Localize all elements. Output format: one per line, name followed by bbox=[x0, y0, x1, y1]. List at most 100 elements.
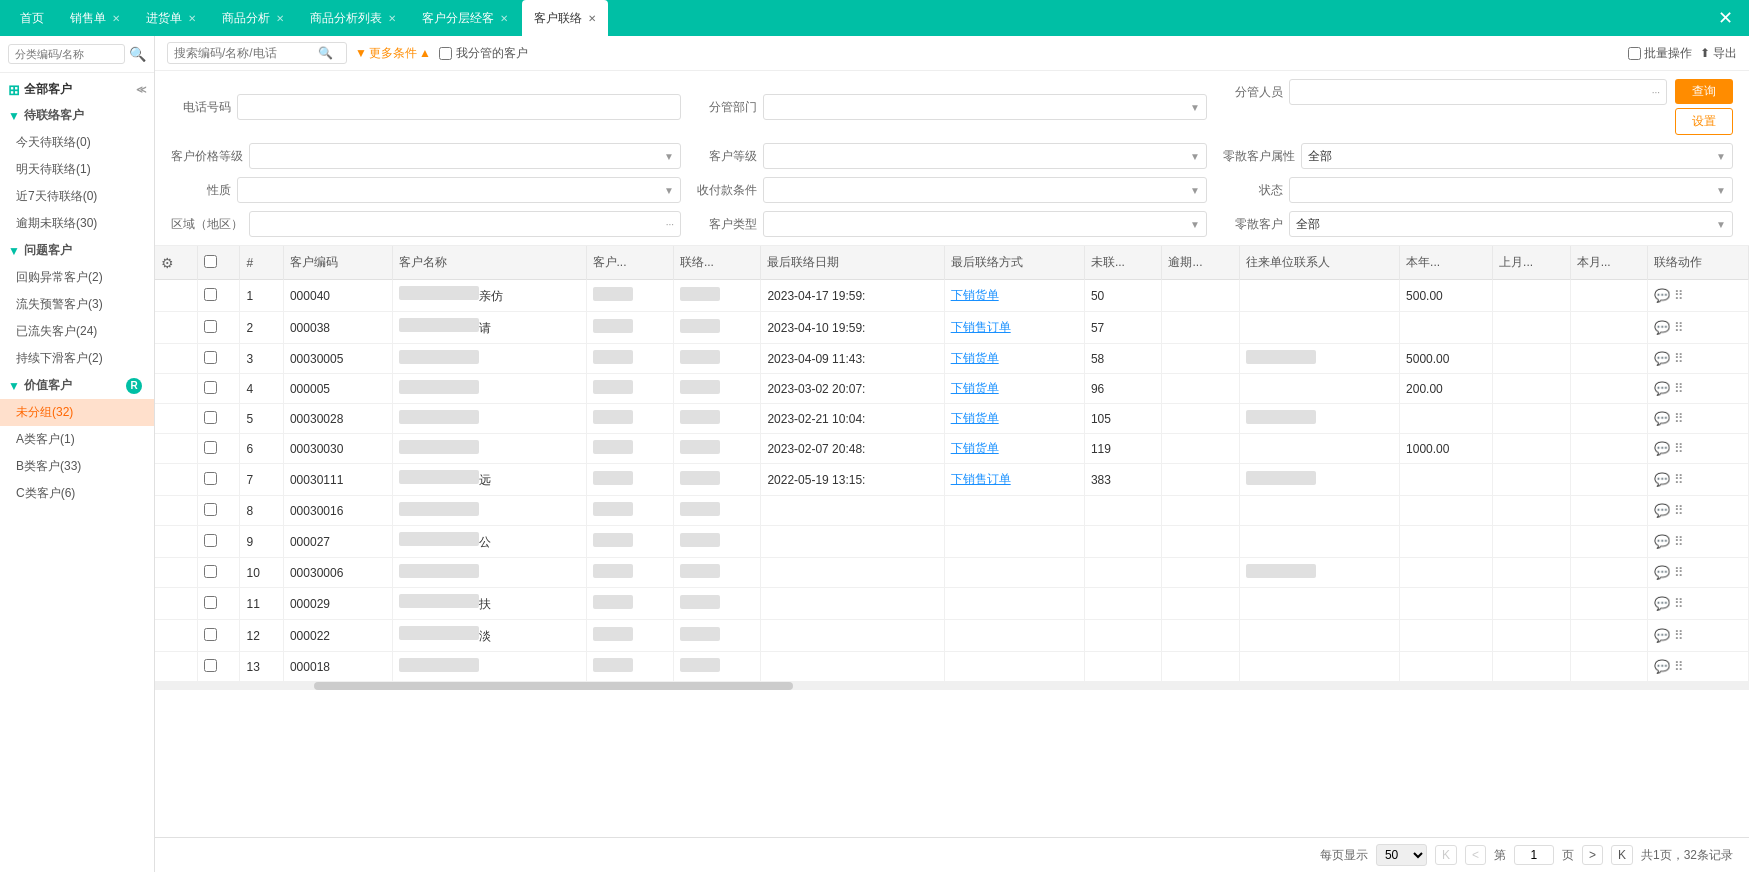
customer-grade-select[interactable]: ▼ bbox=[763, 143, 1207, 169]
row-checkbox[interactable] bbox=[197, 404, 240, 434]
close-customer-segment-tab[interactable]: ✕ bbox=[500, 13, 508, 24]
chat-icon[interactable]: 💬 bbox=[1654, 659, 1670, 674]
more-icon[interactable]: ⠿ bbox=[1674, 472, 1684, 487]
chat-icon[interactable]: 💬 bbox=[1654, 565, 1670, 580]
row-check-3[interactable] bbox=[204, 381, 217, 394]
sidebar-item-overdue-pending[interactable]: 逾期未联络(30) bbox=[0, 210, 154, 237]
my-customers-check[interactable] bbox=[439, 47, 452, 60]
sidebar-collapse-icon[interactable]: ≪ bbox=[136, 84, 146, 95]
export-button[interactable]: ⬆ 导出 bbox=[1700, 45, 1737, 62]
page-number-input[interactable] bbox=[1514, 845, 1554, 865]
search-input[interactable] bbox=[174, 46, 314, 60]
status-select[interactable]: ▼ bbox=[1289, 177, 1733, 203]
sidebar-item-7day-pending[interactable]: 近7天待联络(0) bbox=[0, 183, 154, 210]
sidebar-search-input[interactable] bbox=[8, 44, 125, 64]
my-customers-checkbox[interactable]: 我分管的客户 bbox=[439, 45, 528, 62]
sidebar-item-churn-warning[interactable]: 流失预警客户(3) bbox=[0, 291, 154, 318]
more-icon[interactable]: ⠿ bbox=[1674, 320, 1684, 335]
tab-purchase[interactable]: 进货单 ✕ bbox=[134, 0, 208, 36]
more-conditions-button[interactable]: ▼ 更多条件 ▲ bbox=[355, 45, 431, 62]
row-check-1[interactable] bbox=[204, 320, 217, 333]
close-sales-tab[interactable]: ✕ bbox=[112, 13, 120, 24]
sidebar-pending-group[interactable]: ▼ 待联络客户 bbox=[0, 102, 154, 129]
more-icon[interactable]: ⠿ bbox=[1674, 534, 1684, 549]
sidebar-all-customers[interactable]: ⊞ 全部客户 ≪ bbox=[0, 73, 154, 102]
row-check-10[interactable] bbox=[204, 596, 217, 609]
sidebar-item-tomorrow-pending[interactable]: 明天待联络(1) bbox=[0, 156, 154, 183]
tab-product-analysis[interactable]: 商品分析 ✕ bbox=[210, 0, 296, 36]
chat-icon[interactable]: 💬 bbox=[1654, 441, 1670, 456]
chat-icon[interactable]: 💬 bbox=[1654, 288, 1670, 303]
dept-select[interactable]: ▼ bbox=[763, 94, 1207, 120]
tab-product-analysis-list[interactable]: 商品分析列表 ✕ bbox=[298, 0, 408, 36]
row-check-0[interactable] bbox=[204, 288, 217, 301]
more-icon[interactable]: ⠿ bbox=[1674, 596, 1684, 611]
more-icon[interactable]: ⠿ bbox=[1674, 565, 1684, 580]
tab-sales[interactable]: 销售单 ✕ bbox=[58, 0, 132, 36]
first-page-button[interactable]: K bbox=[1435, 845, 1457, 865]
more-icon[interactable]: ⠿ bbox=[1674, 503, 1684, 518]
chat-icon[interactable]: 💬 bbox=[1654, 411, 1670, 426]
col-settings[interactable]: ⚙ bbox=[155, 246, 197, 280]
row-checkbox[interactable] bbox=[197, 344, 240, 374]
phone-input[interactable] bbox=[237, 94, 681, 120]
tab-customer-contact[interactable]: 客户联络 ✕ bbox=[522, 0, 608, 36]
sidebar-problem-group[interactable]: ▼ 问题客户 bbox=[0, 237, 154, 264]
sidebar-item-today-pending[interactable]: 今天待联络(0) bbox=[0, 129, 154, 156]
tab-customer-segment[interactable]: 客户分层经客 ✕ bbox=[410, 0, 520, 36]
row-checkbox[interactable] bbox=[197, 588, 240, 620]
tab-home[interactable]: 首页 bbox=[8, 0, 56, 36]
select-all-checkbox[interactable] bbox=[204, 255, 217, 268]
row-checkbox[interactable] bbox=[197, 280, 240, 312]
row-checkbox[interactable] bbox=[197, 652, 240, 682]
row-checkbox[interactable] bbox=[197, 434, 240, 464]
sidebar-item-class-b[interactable]: B类客户(33) bbox=[0, 453, 154, 480]
chat-icon[interactable]: 💬 bbox=[1654, 351, 1670, 366]
scattered-select[interactable]: 全部 ▼ bbox=[1289, 211, 1733, 237]
sidebar-item-class-c[interactable]: C类客户(6) bbox=[0, 480, 154, 507]
chat-icon[interactable]: 💬 bbox=[1654, 596, 1670, 611]
close-customer-contact-tab[interactable]: ✕ bbox=[588, 13, 596, 24]
row-check-5[interactable] bbox=[204, 441, 217, 454]
batch-op-check[interactable] bbox=[1628, 47, 1641, 60]
more-icon[interactable]: ⠿ bbox=[1674, 288, 1684, 303]
row-check-11[interactable] bbox=[204, 628, 217, 641]
prev-page-button[interactable]: < bbox=[1465, 845, 1486, 865]
row-check-4[interactable] bbox=[204, 411, 217, 424]
row-checkbox[interactable] bbox=[197, 464, 240, 496]
chat-icon[interactable]: 💬 bbox=[1654, 472, 1670, 487]
close-product-analysis-tab[interactable]: ✕ bbox=[276, 13, 284, 24]
last-page-button[interactable]: K bbox=[1611, 845, 1633, 865]
settings-gear-icon[interactable]: ⚙ bbox=[161, 255, 174, 271]
price-grade-select[interactable]: ▼ bbox=[249, 143, 681, 169]
per-page-select[interactable]: 50 100 bbox=[1376, 844, 1427, 866]
customer-type-select[interactable]: ▼ bbox=[763, 211, 1207, 237]
row-check-12[interactable] bbox=[204, 659, 217, 672]
search-icon[interactable]: 🔍 bbox=[318, 46, 333, 60]
close-purchase-tab[interactable]: ✕ bbox=[188, 13, 196, 24]
sidebar-item-churned[interactable]: 已流失客户(24) bbox=[0, 318, 154, 345]
row-check-9[interactable] bbox=[204, 565, 217, 578]
sidebar-item-class-a[interactable]: A类客户(1) bbox=[0, 426, 154, 453]
row-checkbox[interactable] bbox=[197, 620, 240, 652]
next-page-button[interactable]: > bbox=[1582, 845, 1603, 865]
sidebar-item-ungrouped[interactable]: 未分组(32) bbox=[0, 399, 154, 426]
row-checkbox[interactable] bbox=[197, 526, 240, 558]
sidebar-item-repurchase-abnormal[interactable]: 回购异常客户(2) bbox=[0, 264, 154, 291]
more-icon[interactable]: ⠿ bbox=[1674, 441, 1684, 456]
chat-icon[interactable]: 💬 bbox=[1654, 628, 1670, 643]
region-select[interactable]: ··· bbox=[249, 211, 681, 237]
payment-select[interactable]: ▼ bbox=[763, 177, 1207, 203]
sidebar-value-group[interactable]: ▼ 价值客户 R bbox=[0, 372, 154, 399]
sidebar-item-declining[interactable]: 持续下滑客户(2) bbox=[0, 345, 154, 372]
row-checkbox[interactable] bbox=[197, 312, 240, 344]
row-check-2[interactable] bbox=[204, 351, 217, 364]
more-icon[interactable]: ⠿ bbox=[1674, 351, 1684, 366]
row-check-6[interactable] bbox=[204, 472, 217, 485]
more-icon[interactable]: ⠿ bbox=[1674, 381, 1684, 396]
row-checkbox[interactable] bbox=[197, 558, 240, 588]
close-product-analysis-list-tab[interactable]: ✕ bbox=[388, 13, 396, 24]
scrollbar-thumb[interactable] bbox=[314, 682, 792, 690]
row-checkbox[interactable] bbox=[197, 374, 240, 404]
chat-icon[interactable]: 💬 bbox=[1654, 320, 1670, 335]
